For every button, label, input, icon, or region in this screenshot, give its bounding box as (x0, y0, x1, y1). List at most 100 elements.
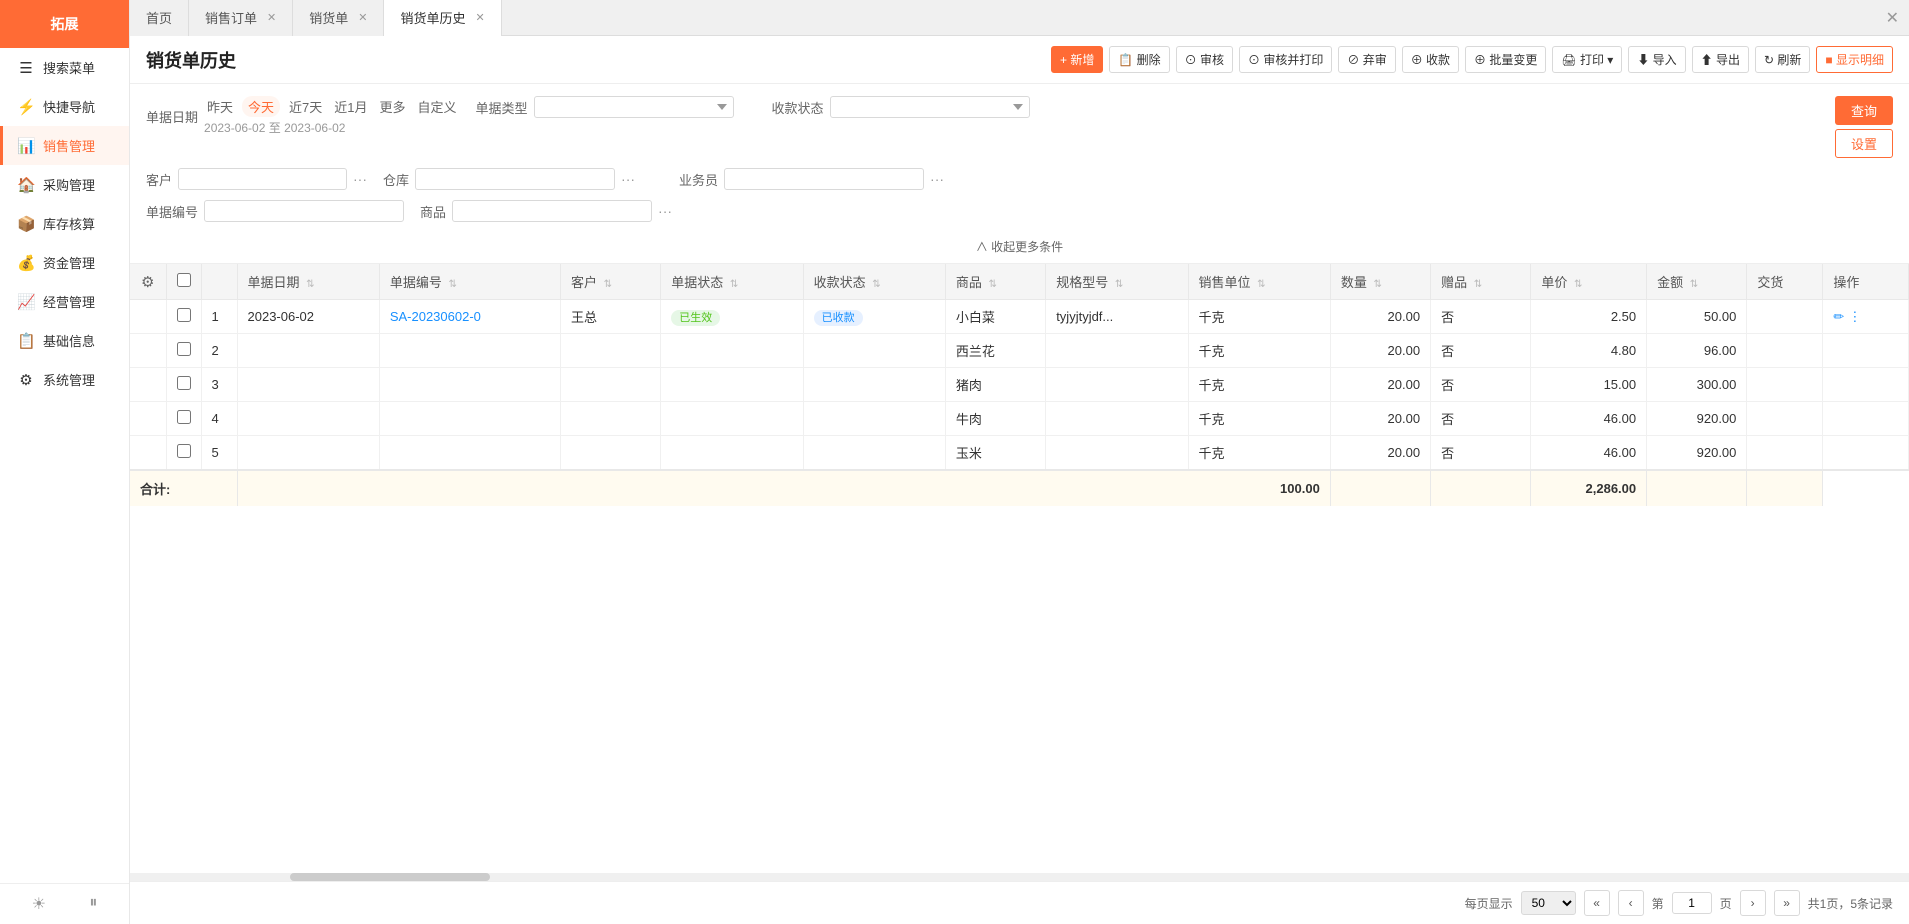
audit-print-button[interactable]: ⊙ 审核并打印 (1239, 46, 1332, 73)
col-quantity[interactable]: 数量 ⇅ (1330, 264, 1430, 300)
sidebar-item-sales-mgmt[interactable]: 📊 销售管理 (0, 126, 129, 165)
col-goods[interactable]: 商品 ⇅ (945, 264, 1045, 300)
col-doc-date[interactable]: 单据日期 ⇅ (237, 264, 379, 300)
col-payment-status[interactable]: 收款状态 ⇅ (803, 264, 945, 300)
filter-expand-toggle[interactable]: ∧ 收起更多条件 (146, 232, 1893, 263)
col-doc-status[interactable]: 单据状态 ⇅ (661, 264, 803, 300)
sidebar-bottom-pause[interactable]: ⏸ (89, 894, 97, 914)
tab-sales-delivery-history[interactable]: 销货单历史 ✕ (384, 0, 501, 36)
sidebar-item-label: 搜索菜单 (43, 58, 95, 77)
date-tab-yesterday[interactable]: 昨天 (204, 96, 236, 117)
display-details-button[interactable]: ■ 显示明细 (1816, 46, 1893, 73)
tab-sales-delivery-history-close[interactable]: ✕ (476, 11, 485, 24)
more-action[interactable]: ⋮ (1848, 309, 1861, 324)
quantity-cell: 20.00 (1330, 300, 1430, 334)
date-tab-1month[interactable]: 近1月 (331, 96, 370, 117)
customer-input[interactable] (178, 168, 347, 190)
export-button[interactable]: ⬆ 导出 (1692, 46, 1749, 73)
warehouse-input[interactable] (415, 168, 615, 190)
col-gear[interactable]: ⚙ (130, 264, 166, 300)
staff-ellipsis[interactable]: ··· (930, 171, 944, 187)
sidebar-item-operations[interactable]: 📈 经营管理 (0, 282, 129, 321)
row-checkbox[interactable] (177, 376, 191, 390)
tab-bar-close[interactable]: ✕ (1886, 8, 1909, 28)
doc-no-cell[interactable]: SA-20230602-0 (379, 300, 560, 334)
query-button[interactable]: 查询 (1835, 96, 1893, 125)
col-delivery: 交货 (1747, 264, 1823, 300)
staff-input[interactable] (724, 168, 924, 190)
delete-button[interactable]: 📋 删除 (1109, 46, 1169, 73)
sales-mgmt-icon: 📊 (17, 137, 35, 155)
row-checkbox[interactable] (177, 410, 191, 424)
horizontal-scrollbar[interactable] (130, 873, 1909, 881)
row-checkbox[interactable] (177, 444, 191, 458)
doc-status-cell (661, 402, 803, 436)
col-customer[interactable]: 客户 ⇅ (561, 264, 661, 300)
goods-cell: 猪肉 (945, 368, 1045, 402)
sidebar-item-inventory[interactable]: 📦 库存核算 (0, 204, 129, 243)
per-page-select[interactable]: 50 100 (1521, 891, 1576, 915)
row-checkbox[interactable] (177, 308, 191, 322)
date-filter-group: 昨天 今天 近7天 近1月 更多 自定义 2023-06-02 至 2023-0… (204, 96, 460, 136)
row-checkbox-cell[interactable] (166, 436, 201, 471)
edit-action[interactable]: ✏ (1833, 309, 1844, 324)
col-unit-price[interactable]: 单价 ⇅ (1531, 264, 1647, 300)
col-amount[interactable]: 金额 ⇅ (1647, 264, 1747, 300)
warehouse-ellipsis[interactable]: ··· (621, 171, 635, 187)
select-all-checkbox[interactable] (177, 273, 191, 287)
col-doc-no[interactable]: 单据编号 ⇅ (379, 264, 560, 300)
tab-sales-delivery-close[interactable]: ✕ (358, 11, 367, 24)
prev-page-button[interactable]: ‹ (1618, 890, 1644, 916)
next-page-button[interactable]: › (1740, 890, 1766, 916)
sidebar-item-purchase-mgmt[interactable]: 🏠 采购管理 (0, 165, 129, 204)
set-button[interactable]: 设置 (1835, 129, 1893, 158)
row-checkbox-cell[interactable] (166, 368, 201, 402)
tab-home[interactable]: 首页 (130, 0, 189, 36)
column-settings-icon[interactable]: ⚙ (141, 274, 154, 291)
col-gift[interactable]: 赠品 ⇅ (1431, 264, 1531, 300)
goods-ellipsis[interactable]: ··· (658, 203, 672, 219)
last-page-button[interactable]: » (1774, 890, 1800, 916)
import-button[interactable]: ⬇ 导入 (1628, 46, 1685, 73)
date-tab-today[interactable]: 今天 (242, 96, 280, 117)
print-button[interactable]: 🖨 打印 ▾ (1552, 46, 1622, 73)
goods-input[interactable] (452, 200, 652, 222)
filter-date: 单据日期 昨天 今天 近7天 近1月 更多 自定义 2023-06-02 至 2… (146, 96, 460, 136)
batch-change-button[interactable]: ⊕ 批量变更 (1465, 46, 1546, 73)
date-tab-custom[interactable]: 自定义 (415, 96, 460, 117)
payment-status-select[interactable] (830, 96, 1030, 118)
sidebar-bottom-sun[interactable]: ☀ (32, 894, 46, 914)
scrollbar-thumb[interactable] (290, 873, 490, 881)
refresh-button[interactable]: ↻ 刷新 (1755, 46, 1810, 73)
row-checkbox[interactable] (177, 342, 191, 356)
first-page-button[interactable]: « (1584, 890, 1610, 916)
collect-button[interactable]: ⊕ 收款 (1402, 46, 1459, 73)
customer-ellipsis[interactable]: ··· (353, 171, 367, 187)
audit-button[interactable]: ⊙ 审核 (1176, 46, 1233, 73)
abandon-button[interactable]: ⊘ 弃审 (1338, 46, 1395, 73)
date-tab-more[interactable]: 更多 (377, 96, 409, 117)
tab-sales-order-close[interactable]: ✕ (267, 11, 276, 24)
sidebar-item-label: 资金管理 (43, 253, 95, 272)
table-row: 4牛肉千克20.00否46.00920.00 (130, 402, 1909, 436)
row-checkbox-cell[interactable] (166, 402, 201, 436)
row-checkbox-cell[interactable] (166, 334, 201, 368)
tab-sales-delivery[interactable]: 销货单 ✕ (293, 0, 384, 36)
doc-type-select[interactable] (534, 96, 734, 118)
tab-sales-order[interactable]: 销售订单 ✕ (189, 0, 293, 36)
col-spec[interactable]: 规格型号 ⇅ (1046, 264, 1188, 300)
sidebar-item-finance[interactable]: 💰 资金管理 (0, 243, 129, 282)
add-button[interactable]: + 新增 (1051, 46, 1103, 73)
sidebar-item-quick-nav[interactable]: ⚡ 快捷导航 (0, 87, 129, 126)
sidebar-item-system[interactable]: ⚙ 系统管理 (0, 360, 129, 399)
doc-no-link[interactable]: SA-20230602-0 (390, 309, 481, 324)
page-number-input[interactable] (1672, 892, 1712, 914)
sidebar-item-label: 快捷导航 (43, 97, 95, 116)
delivery-cell (1747, 402, 1823, 436)
date-tab-7days[interactable]: 近7天 (286, 96, 325, 117)
doc-no-input[interactable] (204, 200, 404, 222)
col-sales-unit[interactable]: 销售单位 ⇅ (1188, 264, 1330, 300)
sidebar-item-search-menu[interactable]: ☰ 搜索菜单 (0, 48, 129, 87)
row-checkbox-cell[interactable] (166, 300, 201, 334)
sidebar-item-basic-info[interactable]: 📋 基础信息 (0, 321, 129, 360)
